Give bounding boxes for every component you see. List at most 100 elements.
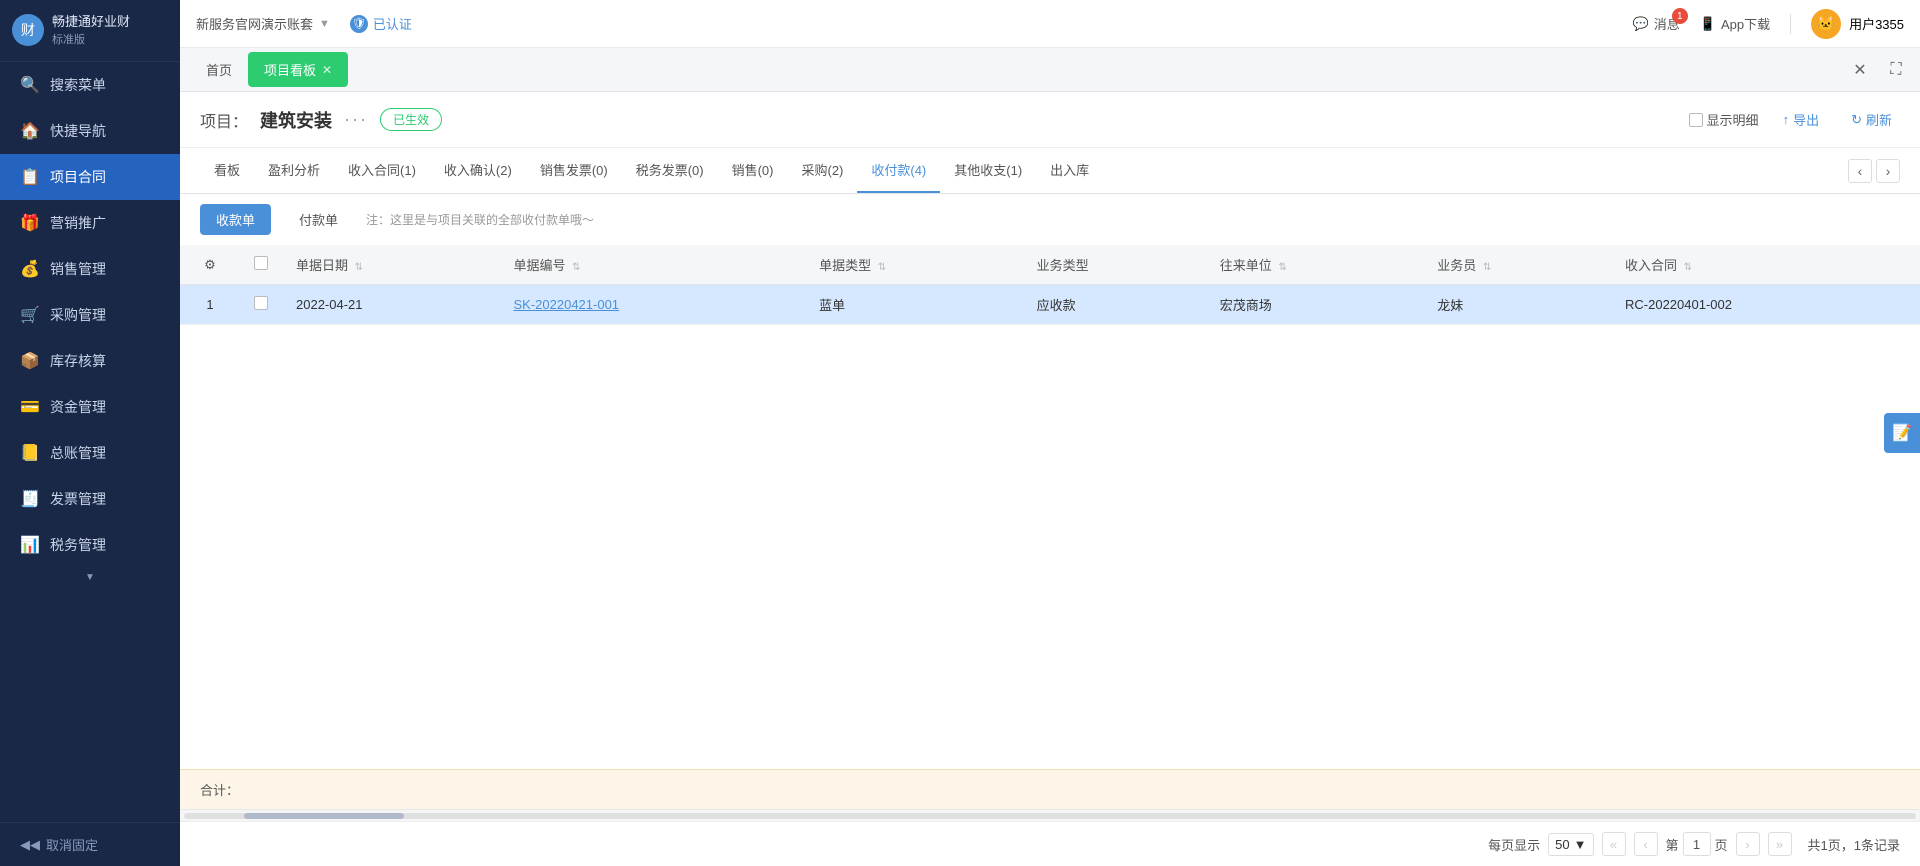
scrollbar-area bbox=[180, 809, 1920, 821]
cell-biz-type: 应收款 bbox=[1023, 285, 1206, 325]
subtab-purchase[interactable]: 采购(2) bbox=[787, 148, 857, 193]
filter-bar: 收款单 付款单 注：这里是与项目关联的全部收付款单哦～ bbox=[180, 194, 1920, 245]
income-contract-sort-icon[interactable]: ⇅ bbox=[1684, 262, 1692, 273]
counterpart-sort-icon[interactable]: ⇅ bbox=[1278, 262, 1286, 273]
subtab-tax-invoice[interactable]: 税务发票(0) bbox=[622, 148, 718, 193]
pagination: 每页显示 50 ▼ « ‹ 第 1 页 › » 共1页，1条记录 bbox=[180, 821, 1920, 866]
first-page-btn[interactable]: « bbox=[1602, 832, 1626, 856]
main-area: 新服务官网演示账套 ▼ 🛡 已认证 💬 消息 1 📱 App下载 🐱 用户335… bbox=[180, 0, 1920, 866]
next-page-btn[interactable]: › bbox=[1736, 832, 1760, 856]
tab-home[interactable]: 首页 bbox=[190, 52, 248, 87]
receipt-btn[interactable]: 收款单 bbox=[200, 204, 271, 235]
account-dropdown-icon: ▼ bbox=[319, 18, 330, 30]
tab-project-board[interactable]: 项目看板 ✕ bbox=[248, 52, 348, 87]
sidebar-item-inventory[interactable]: 📦 库存核算 bbox=[0, 338, 180, 384]
gear-icon[interactable]: ⚙ bbox=[204, 257, 216, 272]
sidebar-item-sales-mgmt[interactable]: 💰 销售管理 bbox=[0, 246, 180, 292]
table-row[interactable]: 1 2022-04-21 SK-20220421-001 蓝单 应收款 宏茂商场 bbox=[180, 285, 1920, 325]
subtab-income-confirm[interactable]: 收入确认(2) bbox=[430, 148, 526, 193]
export-icon: ↑ bbox=[1783, 112, 1790, 127]
sidebar-item-search[interactable]: 🔍 搜索菜单 bbox=[0, 62, 180, 108]
subtab-profit-analysis[interactable]: 盈利分析 bbox=[254, 148, 334, 193]
table-container: ⚙ 单据日期 ⇅ 单据编号 ⇅ bbox=[180, 245, 1920, 769]
data-table: ⚙ 单据日期 ⇅ 单据编号 ⇅ bbox=[180, 245, 1920, 325]
subtab-in-out-storage[interactable]: 出入库 bbox=[1036, 148, 1103, 193]
tabbar: 首页 项目看板 ✕ ✕ ⛶ bbox=[180, 48, 1920, 92]
subtab-kanban[interactable]: 看板 bbox=[200, 148, 254, 193]
topbar-user[interactable]: 🐱 用户3355 bbox=[1811, 9, 1904, 39]
message-btn[interactable]: 💬 消息 1 bbox=[1633, 14, 1680, 33]
fund-icon: 💳 bbox=[20, 397, 40, 417]
sidebar-item-quick-nav[interactable]: 🏠 快捷导航 bbox=[0, 108, 180, 154]
subtab-receipt-payment[interactable]: 收付款(4) bbox=[857, 148, 940, 193]
sidebar-item-invoice-mgmt[interactable]: 🧾 发票管理 bbox=[0, 476, 180, 522]
sidebar-item-purchase-mgmt[interactable]: 🛒 采购管理 bbox=[0, 292, 180, 338]
logo-sub: 标准版 bbox=[52, 31, 130, 47]
per-page-label: 每页显示 bbox=[1488, 835, 1540, 854]
cell-check[interactable] bbox=[240, 285, 282, 325]
col-salesperson: 业务员 ⇅ bbox=[1423, 245, 1611, 285]
prev-page-btn[interactable]: ‹ bbox=[1634, 832, 1658, 856]
date-sort-icon[interactable]: ⇅ bbox=[355, 262, 363, 273]
last-page-btn[interactable]: » bbox=[1768, 832, 1792, 856]
sidebar-item-ledger-mgmt[interactable]: 📒 总账管理 bbox=[0, 430, 180, 476]
scrollbar-thumb[interactable] bbox=[244, 813, 404, 819]
col-gear[interactable]: ⚙ bbox=[180, 245, 240, 285]
project-prefix: 项目： bbox=[200, 108, 248, 132]
message-icon: 💬 bbox=[1633, 16, 1649, 32]
float-panel-btn[interactable]: 📝 bbox=[1884, 413, 1920, 453]
subtab-next-btn[interactable]: › bbox=[1876, 159, 1900, 183]
total-label: 合计： bbox=[200, 783, 239, 798]
sidebar-item-fund-mgmt[interactable]: 💳 资金管理 bbox=[0, 384, 180, 430]
show-detail-toggle[interactable]: 显示明细 bbox=[1689, 110, 1759, 129]
salesperson-sort-icon[interactable]: ⇅ bbox=[1483, 262, 1491, 273]
order-no-sort-icon[interactable]: ⇅ bbox=[572, 262, 580, 273]
sidebar-item-project-contract[interactable]: 📋 项目合同 bbox=[0, 154, 180, 200]
logo-text-block: 畅捷通好业财 标准版 bbox=[52, 14, 130, 47]
row-checkbox[interactable] bbox=[254, 296, 268, 310]
table-header-row: ⚙ 单据日期 ⇅ 单据编号 ⇅ bbox=[180, 245, 1920, 285]
project-more-btn[interactable]: ··· bbox=[344, 109, 368, 130]
user-name: 用户3355 bbox=[1849, 14, 1904, 33]
tab-close-icon[interactable]: ✕ bbox=[322, 63, 332, 77]
message-badge: 1 bbox=[1672, 8, 1688, 24]
tab-fullscreen-btn[interactable]: ⛶ bbox=[1882, 56, 1910, 84]
cell-counterpart: 宏茂商场 bbox=[1206, 285, 1424, 325]
subtab-sales-invoice[interactable]: 销售发票(0) bbox=[526, 148, 622, 193]
sidebar-item-tax-mgmt[interactable]: 📊 税务管理 bbox=[0, 522, 180, 568]
scrollbar-track[interactable] bbox=[184, 813, 1916, 819]
sidebar-item-marketing[interactable]: 🎁 营销推广 bbox=[0, 200, 180, 246]
subtab-sales[interactable]: 销售(0) bbox=[718, 148, 788, 193]
project-icon: 📋 bbox=[20, 167, 40, 187]
cell-date: 2022-04-21 bbox=[282, 285, 500, 325]
tabbar-right: ✕ ⛶ bbox=[1846, 56, 1910, 84]
cell-order-no[interactable]: SK-20220421-001 bbox=[500, 285, 806, 325]
sidebar: 财 畅捷通好业财 标准版 🔍 搜索菜单 🏠 快捷导航 📋 项目合同 🎁 营销推广… bbox=[0, 0, 180, 866]
phone-icon: 📱 bbox=[1700, 16, 1716, 32]
refresh-btn[interactable]: ↻ 刷新 bbox=[1843, 106, 1900, 133]
app-download-btn[interactable]: 📱 App下载 bbox=[1700, 14, 1770, 33]
order-no-link[interactable]: SK-20220421-001 bbox=[514, 297, 620, 312]
subtab-prev-btn[interactable]: ‹ bbox=[1848, 159, 1872, 183]
show-detail-checkbox[interactable] bbox=[1689, 113, 1703, 127]
page-number[interactable]: 1 bbox=[1683, 832, 1711, 856]
sidebar-scroll-down[interactable]: ▼ bbox=[0, 568, 180, 587]
payment-btn[interactable]: 付款单 bbox=[283, 204, 354, 235]
select-all-checkbox[interactable] bbox=[254, 256, 268, 270]
tab-close-btn[interactable]: ✕ bbox=[1846, 56, 1874, 84]
project-title: 建筑安装 bbox=[260, 107, 332, 133]
topbar-account[interactable]: 新服务官网演示账套 ▼ bbox=[196, 14, 330, 33]
avatar: 🐱 bbox=[1811, 9, 1841, 39]
subtab-income-contract[interactable]: 收入合同(1) bbox=[334, 148, 430, 193]
verified-icon: 🛡 bbox=[350, 15, 368, 33]
purchase-icon: 🛒 bbox=[20, 305, 40, 325]
sidebar-unpin-btn[interactable]: ◀◀ 取消固定 bbox=[0, 822, 180, 866]
order-type-sort-icon[interactable]: ⇅ bbox=[878, 262, 886, 273]
subtab-other-income[interactable]: 其他收支(1) bbox=[940, 148, 1036, 193]
export-btn[interactable]: ↑ 导出 bbox=[1775, 106, 1828, 133]
per-page-select[interactable]: 50 ▼ bbox=[1548, 833, 1593, 856]
inventory-icon: 📦 bbox=[20, 351, 40, 371]
col-check bbox=[240, 245, 282, 285]
subtabs: 看板 盈利分析 收入合同(1) 收入确认(2) 销售发票(0) 税务发票(0) bbox=[180, 148, 1920, 194]
page-info: 第 1 页 bbox=[1666, 832, 1728, 856]
